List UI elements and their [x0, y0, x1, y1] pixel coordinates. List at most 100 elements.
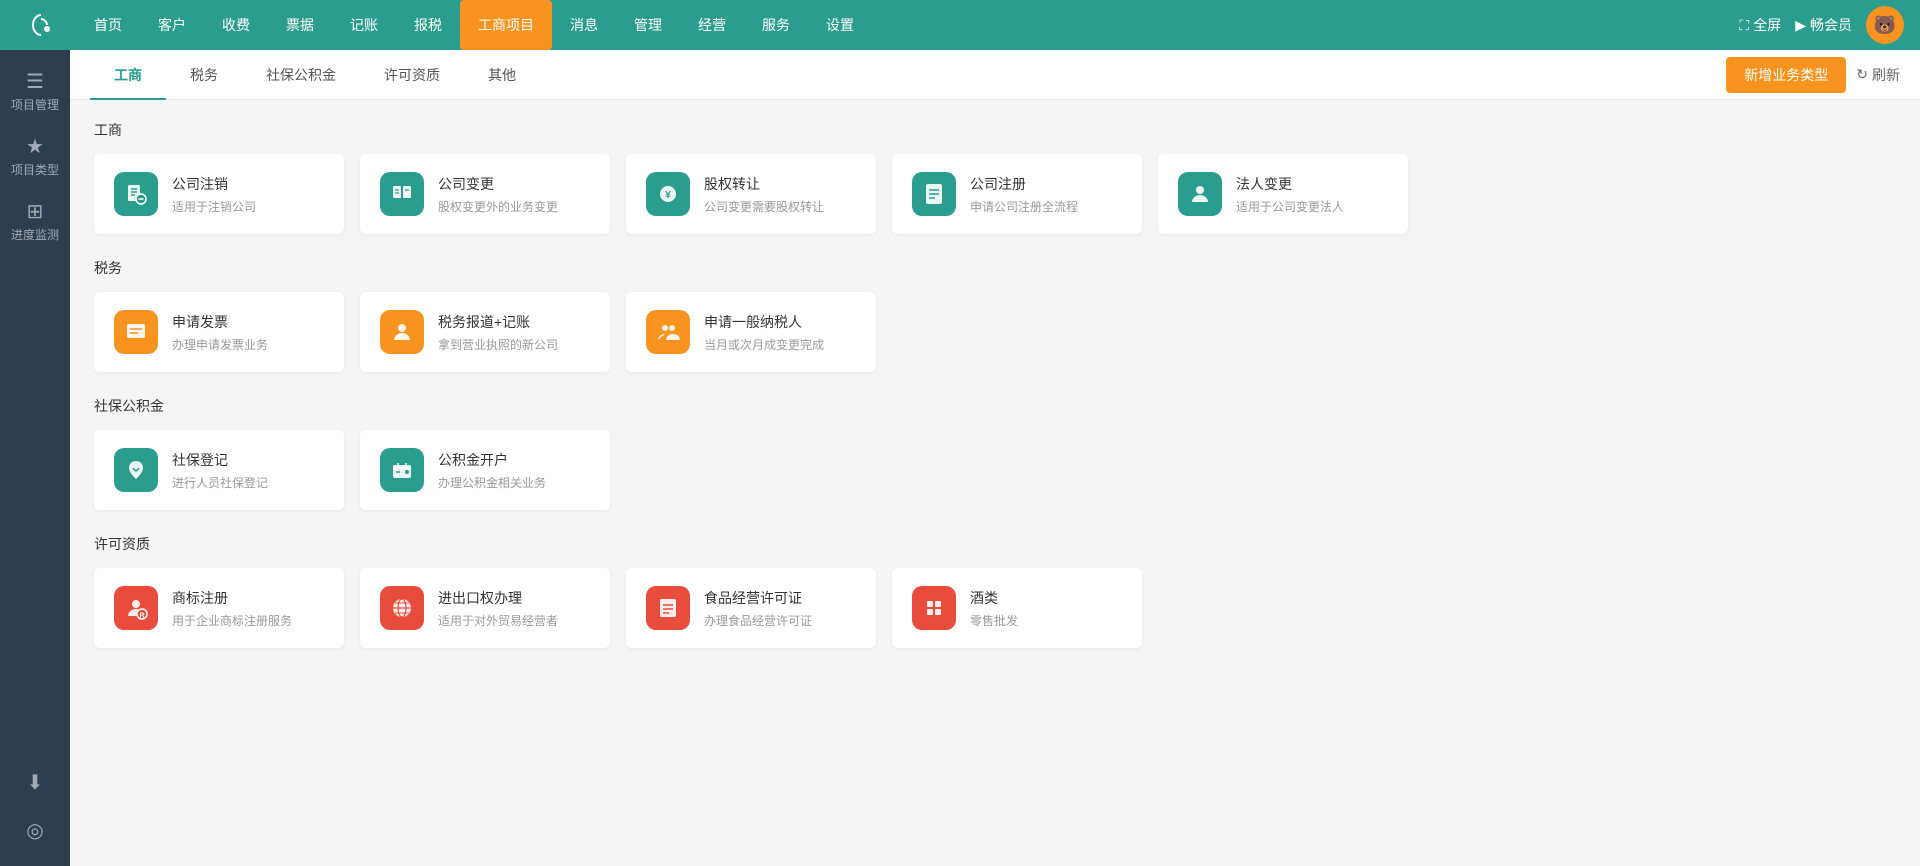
card-desc: 当月或次月成变更完成	[704, 336, 824, 353]
card-icon-company-cancel	[114, 172, 158, 216]
card-desc: 办理申请发票业务	[172, 336, 268, 353]
card-company-cancel[interactable]: 公司注销 适用于注销公司	[94, 154, 344, 234]
cards-grid-license: R 商标注册 用于企业商标注册服务	[94, 568, 1896, 648]
card-desc: 进行人员社保登记	[172, 474, 268, 491]
nav-bill[interactable]: 票据	[268, 0, 332, 50]
fullscreen-button[interactable]: ⛶ 全屏	[1739, 15, 1781, 35]
nav-fee[interactable]: 收费	[204, 0, 268, 50]
section-title-tax: 税务	[94, 258, 1896, 278]
vip-button[interactable]: ▶ 畅会员	[1795, 15, 1852, 35]
card-title: 食品经营许可证	[704, 588, 812, 608]
sidebar-item-progress[interactable]: ⊞ 进度监测	[0, 190, 70, 255]
left-sidebar: ☰ 项目管理 ★ 项目类型 ⊞ 进度监测 ⬇ ◎	[0, 50, 70, 866]
nav-industry[interactable]: 工商项目	[460, 0, 552, 50]
card-title: 申请一般纳税人	[704, 312, 824, 332]
card-social-security-register[interactable]: 社保登记 进行人员社保登记	[94, 430, 344, 510]
nav-settings[interactable]: 设置	[808, 0, 872, 50]
card-desc: 办理公积金相关业务	[438, 474, 546, 491]
progress-icon: ⊞	[27, 202, 44, 222]
tab-social-security[interactable]: 社保公积金	[242, 50, 360, 100]
card-legal-person-change[interactable]: 法人变更 适用于公司变更法人	[1158, 154, 1408, 234]
nav-client[interactable]: 客户	[140, 0, 204, 50]
project-manage-icon: ☰	[26, 72, 44, 92]
tab-other[interactable]: 其他	[464, 50, 540, 100]
card-title: 申请发票	[172, 312, 268, 332]
card-text-trademark-register: 商标注册 用于企业商标注册服务	[172, 588, 292, 629]
card-icon-company-change	[380, 172, 424, 216]
card-apply-invoice[interactable]: 申请发票 办理申请发票业务	[94, 292, 344, 372]
card-text-tax-report-accounting: 税务报道+记账 拿到营业执照的新公司	[438, 312, 558, 353]
location-button[interactable]: ◎	[15, 810, 55, 850]
card-desc: 用于企业商标注册服务	[172, 612, 292, 629]
tab-industry[interactable]: 工商	[90, 50, 166, 100]
tab-tax[interactable]: 税务	[166, 50, 242, 100]
refresh-icon: ↻	[1856, 66, 1868, 83]
card-text-apply-invoice: 申请发票 办理申请发票业务	[172, 312, 268, 353]
tabs: 工商 税务 社保公积金 许可资质 其他	[90, 50, 1726, 100]
add-type-button[interactable]: 新增业务类型	[1726, 57, 1846, 93]
card-title: 社保登记	[172, 450, 268, 470]
nav-message[interactable]: 消息	[552, 0, 616, 50]
sidebar-item-label: 进度监测	[11, 226, 59, 243]
section-industry: 工商	[94, 120, 1896, 234]
scroll-content[interactable]: 工商	[70, 100, 1920, 866]
sidebar-item-project-type[interactable]: ★ 项目类型	[0, 125, 70, 190]
card-text-import-export: 进出口权办理 适用于对外贸易经营者	[438, 588, 558, 629]
card-alcohol[interactable]: 酒类 零售批发	[892, 568, 1142, 648]
nav-tax[interactable]: 报税	[396, 0, 460, 50]
nav-service[interactable]: 服务	[744, 0, 808, 50]
card-title: 公司变更	[438, 174, 558, 194]
refresh-button[interactable]: ↻ 刷新	[1856, 65, 1900, 85]
card-text-equity-transfer: 股权转让 公司变更需要股权转让	[704, 174, 824, 215]
card-food-license[interactable]: 食品经营许可证 办理食品经营许可证	[626, 568, 876, 648]
card-text-provident-fund-open: 公积金开户 办理公积金相关业务	[438, 450, 546, 491]
card-title: 税务报道+记账	[438, 312, 558, 332]
card-title: 公积金开户	[438, 450, 546, 470]
card-company-change[interactable]: 公司变更 股权变更外的业务变更	[360, 154, 610, 234]
section-title-social-security: 社保公积金	[94, 396, 1896, 416]
download-icon: ⬇	[27, 770, 44, 795]
card-desc: 适用于注销公司	[172, 198, 256, 215]
nav-home[interactable]: 首页	[76, 0, 140, 50]
card-icon-import-export	[380, 586, 424, 630]
card-tax-report-accounting[interactable]: 税务报道+记账 拿到营业执照的新公司	[360, 292, 610, 372]
card-text-company-change: 公司变更 股权变更外的业务变更	[438, 174, 558, 215]
nav-manage[interactable]: 管理	[616, 0, 680, 50]
sidebar-item-label: 项目管理	[11, 96, 59, 113]
card-desc: 公司变更需要股权转让	[704, 198, 824, 215]
download-button[interactable]: ⬇	[15, 762, 55, 802]
card-import-export[interactable]: 进出口权办理 适用于对外贸易经营者	[360, 568, 610, 648]
cards-grid-industry: 公司注销 适用于注销公司	[94, 154, 1896, 234]
card-desc: 适用于公司变更法人	[1236, 198, 1344, 215]
refresh-label: 刷新	[1872, 65, 1900, 85]
card-desc: 适用于对外贸易经营者	[438, 612, 558, 629]
card-text-company-register: 公司注册 申请公司注册全流程	[970, 174, 1078, 215]
vip-icon: ▶	[1795, 17, 1806, 34]
section-social-security: 社保公积金 社保登记 进行人员社保登记	[94, 396, 1896, 510]
nav-operation[interactable]: 经营	[680, 0, 744, 50]
top-nav-right: ⛶ 全屏 ▶ 畅会员 🐻	[1739, 6, 1904, 44]
fullscreen-icon: ⛶	[1739, 17, 1749, 34]
tab-bar: 工商 税务 社保公积金 许可资质 其他 新增业务类型 ↻ 刷新	[70, 50, 1920, 100]
card-icon-alcohol	[912, 586, 956, 630]
card-title: 公司注销	[172, 174, 256, 194]
card-icon-trademark-register: R	[114, 586, 158, 630]
card-icon-provident-fund-open	[380, 448, 424, 492]
sidebar-bottom: ⬇ ◎	[15, 762, 55, 866]
card-company-register[interactable]: 公司注册 申请公司注册全流程	[892, 154, 1142, 234]
sidebar-item-project-manage[interactable]: ☰ 项目管理	[0, 60, 70, 125]
card-text-legal-person-change: 法人变更 适用于公司变更法人	[1236, 174, 1344, 215]
svg-text:¥: ¥	[665, 190, 671, 201]
card-desc: 股权变更外的业务变更	[438, 198, 558, 215]
card-title: 进出口权办理	[438, 588, 558, 608]
card-apply-general-taxpayer[interactable]: 申请一般纳税人 当月或次月成变更完成	[626, 292, 876, 372]
tab-license[interactable]: 许可资质	[360, 50, 464, 100]
svg-text:R: R	[139, 613, 144, 620]
tab-bar-actions: 新增业务类型 ↻ 刷新	[1726, 57, 1900, 93]
card-trademark-register[interactable]: R 商标注册 用于企业商标注册服务	[94, 568, 344, 648]
card-equity-transfer[interactable]: ¥ 股权转让 公司变更需要股权转让	[626, 154, 876, 234]
card-provident-fund-open[interactable]: 公积金开户 办理公积金相关业务	[360, 430, 610, 510]
nav-accounting[interactable]: 记账	[332, 0, 396, 50]
mascot-avatar[interactable]: 🐻	[1866, 6, 1904, 44]
card-icon-company-register	[912, 172, 956, 216]
